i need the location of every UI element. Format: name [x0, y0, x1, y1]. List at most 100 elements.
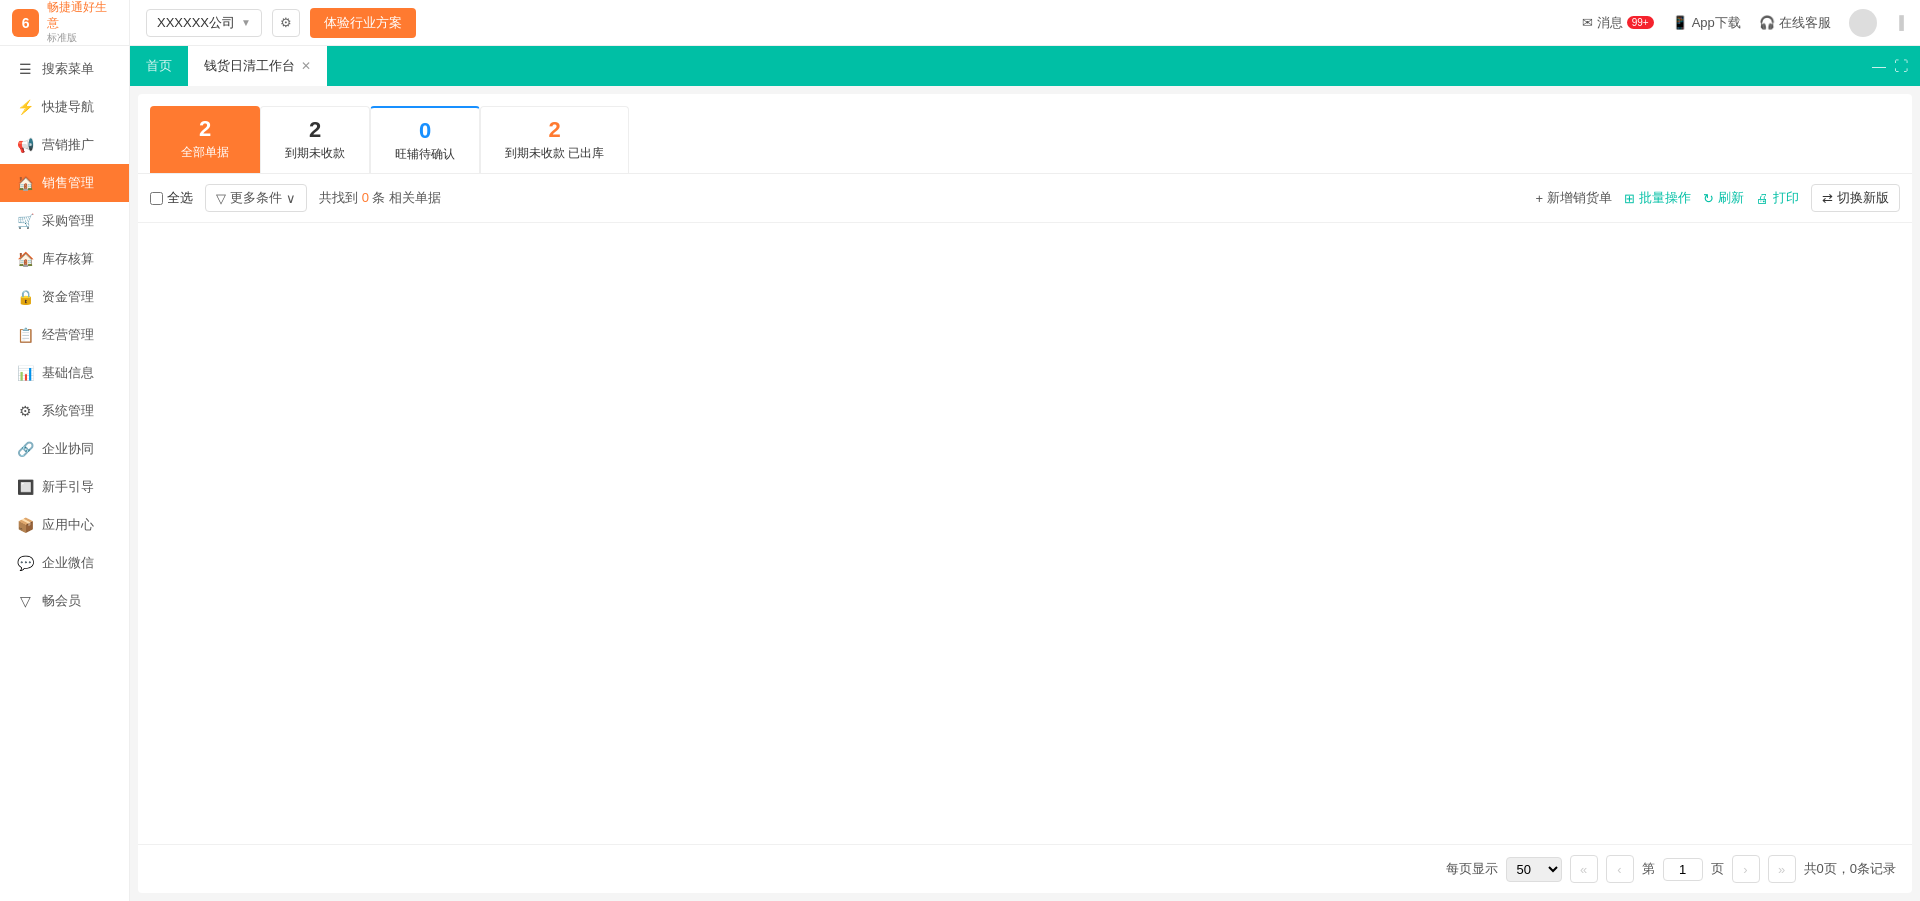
header-right: ✉ 消息 99+ 📱 App下载 🎧 在线客服 ▐	[1582, 9, 1904, 37]
stat-tab-overdue-shipped[interactable]: 2 到期未收款 已出库	[480, 106, 629, 173]
switch-version-button[interactable]: ⇄ 切换新版	[1811, 184, 1900, 212]
sidebar-icon-4: 🛒	[16, 213, 34, 229]
sidebar-label-1: 快捷导航	[42, 98, 94, 116]
print-label: 打印	[1773, 189, 1799, 207]
sidebar-item-2[interactable]: 📢营销推广	[0, 126, 129, 164]
stat-num-all: 2	[174, 116, 236, 142]
table-area	[138, 223, 1912, 844]
prev-page-button[interactable]: ‹	[1606, 855, 1634, 883]
stat-num-overdue: 2	[285, 117, 345, 143]
settings-button[interactable]: ⚙	[272, 9, 300, 37]
tab-minimize-icon[interactable]: —	[1872, 58, 1886, 74]
sidebar-icon-12: 📦	[16, 517, 34, 533]
sidebar-label-14: 畅会员	[42, 592, 81, 610]
sidebar-icon-13: 💬	[16, 555, 34, 571]
tab-close-icon[interactable]: ✕	[301, 59, 311, 73]
switch-label: 切换新版	[1837, 189, 1889, 207]
nav-tab-actions: — ⛶	[1872, 58, 1920, 74]
sidebar-item-9[interactable]: ⚙系统管理	[0, 392, 129, 430]
company-dropdown-arrow: ▼	[241, 17, 251, 28]
stat-tab-overdue[interactable]: 2 到期未收款	[260, 106, 370, 173]
sidebar-label-2: 营销推广	[42, 136, 94, 154]
stats-tabs: 2 全部单据 2 到期未收款 0 旺辅待确认 2 到期未收款 已出库	[138, 94, 1912, 174]
sidebar-item-10[interactable]: 🔗企业协同	[0, 430, 129, 468]
messages-icon: ✉	[1582, 15, 1593, 30]
refresh-button[interactable]: ↻ 刷新	[1703, 189, 1744, 207]
sidebar-item-6[interactable]: 🔒资金管理	[0, 278, 129, 316]
logo-icon: 6	[12, 9, 39, 37]
sidebar-item-1[interactable]: ⚡ 快捷导航	[0, 88, 129, 126]
content-inner: 2 全部单据 2 到期未收款 0 旺辅待确认 2 到期未收款 已出库 全选	[138, 94, 1912, 893]
sidebar-icon-1: ⚡	[16, 99, 34, 115]
online-service-button[interactable]: 🎧 在线客服	[1759, 14, 1831, 32]
total-label: 共0页，0条记录	[1804, 860, 1896, 878]
add-order-button[interactable]: + 新增销货单	[1535, 189, 1612, 207]
tab-workbench[interactable]: 钱货日清工作台 ✕	[188, 46, 327, 86]
sidebar-item-8[interactable]: 📊基础信息	[0, 354, 129, 392]
stat-tab-wangfu[interactable]: 0 旺辅待确认	[370, 106, 480, 173]
next-page-button[interactable]: ›	[1732, 855, 1760, 883]
sidebar-item-0[interactable]: ☰搜索菜单	[0, 50, 129, 88]
app-download-button[interactable]: 📱 App下载	[1672, 14, 1741, 32]
sidebar-item-5[interactable]: 🏠库存核算	[0, 240, 129, 278]
stat-label-overdue-shipped: 到期未收款 已出库	[505, 145, 604, 162]
logo-text: 畅捷通好生意	[47, 0, 117, 31]
settings-icon: ⚙	[280, 15, 292, 30]
sidebar-label-6: 资金管理	[42, 288, 94, 306]
print-icon: 🖨	[1756, 191, 1769, 206]
filter-button[interactable]: ▽ 更多条件 ∨	[205, 184, 307, 212]
user-dropdown-arrow: ▐	[1895, 15, 1904, 30]
stat-label-wangfu: 旺辅待确认	[395, 146, 455, 163]
sidebar-label-9: 系统管理	[42, 402, 94, 420]
sidebar-icon-5: 🏠	[16, 251, 34, 267]
sidebar-icon-11: 🔲	[16, 479, 34, 495]
switch-icon: ⇄	[1822, 191, 1833, 206]
first-page-button[interactable]: «	[1570, 855, 1598, 883]
sidebar-icon-0: ☰	[16, 61, 34, 77]
online-service-label: 在线客服	[1779, 14, 1831, 32]
found-text: 共找到 0 条 相关单据	[319, 189, 441, 207]
batch-label: 批量操作	[1639, 189, 1691, 207]
tab-expand-icon[interactable]: ⛶	[1894, 58, 1908, 74]
sidebar-label-3: 销售管理	[42, 174, 94, 192]
per-page-select[interactable]: 50 100 200	[1506, 857, 1562, 882]
trial-button[interactable]: 体验行业方案	[310, 8, 416, 38]
page-input[interactable]	[1663, 858, 1703, 881]
messages-button[interactable]: ✉ 消息 99+	[1582, 14, 1654, 32]
batch-icon: ⊞	[1624, 191, 1635, 206]
sidebar-icon-7: 📋	[16, 327, 34, 343]
sidebar-item-7[interactable]: 📋经营管理	[0, 316, 129, 354]
filter-icon: ▽	[216, 191, 226, 206]
sidebar-icon-10: 🔗	[16, 441, 34, 457]
filter-arrow: ∨	[286, 191, 296, 206]
app-download-label: App下载	[1692, 14, 1741, 32]
sidebar: 6 畅捷通好生意 标准版 ☰搜索菜单⚡快捷导航📢营销推广🏠销售管理🛒采购管理🏠库…	[0, 0, 130, 901]
batch-operation-button[interactable]: ⊞ 批量操作	[1624, 189, 1691, 207]
top-header: XXXXXX公司 ▼ ⚙ 体验行业方案 ✉ 消息 99+ 📱 App下载 🎧 在…	[130, 0, 1920, 46]
add-icon: +	[1535, 191, 1543, 206]
select-all-checkbox[interactable]: 全选	[150, 189, 193, 207]
sidebar-item-12[interactable]: 📦应用中心	[0, 506, 129, 544]
print-button[interactable]: 🖨 打印	[1756, 189, 1799, 207]
sidebar-item-13[interactable]: 💬 企业微信	[0, 544, 129, 582]
user-dropdown[interactable]: ▐	[1895, 15, 1904, 30]
toolbar-right: + 新增销货单 ⊞ 批量操作 ↻ 刷新 🖨 打印 ⇄ 切换新版	[1535, 184, 1900, 212]
add-label: 新增销货单	[1547, 189, 1612, 207]
page-label: 第	[1642, 860, 1655, 878]
sidebar-item-4[interactable]: 🛒采购管理	[0, 202, 129, 240]
avatar[interactable]	[1849, 9, 1877, 37]
sidebar-label-13: 企业微信	[42, 554, 94, 572]
sidebar-label-8: 基础信息	[42, 364, 94, 382]
pagination: 每页显示 50 100 200 « ‹ 第 页 › » 共0页，0条记录	[138, 844, 1912, 893]
service-icon: 🎧	[1759, 15, 1775, 30]
filter-label: 更多条件	[230, 189, 282, 207]
last-page-button[interactable]: »	[1768, 855, 1796, 883]
select-all-input[interactable]	[150, 192, 163, 205]
sidebar-item-11[interactable]: 🔲 新手引导	[0, 468, 129, 506]
stat-tab-all[interactable]: 2 全部单据	[150, 106, 260, 173]
sidebar-label-11: 新手引导	[42, 478, 94, 496]
sidebar-item-14[interactable]: ▽畅会员	[0, 582, 129, 620]
company-selector[interactable]: XXXXXX公司 ▼	[146, 9, 262, 37]
tab-home[interactable]: 首页	[130, 46, 188, 86]
sidebar-item-3[interactable]: 🏠销售管理	[0, 164, 129, 202]
